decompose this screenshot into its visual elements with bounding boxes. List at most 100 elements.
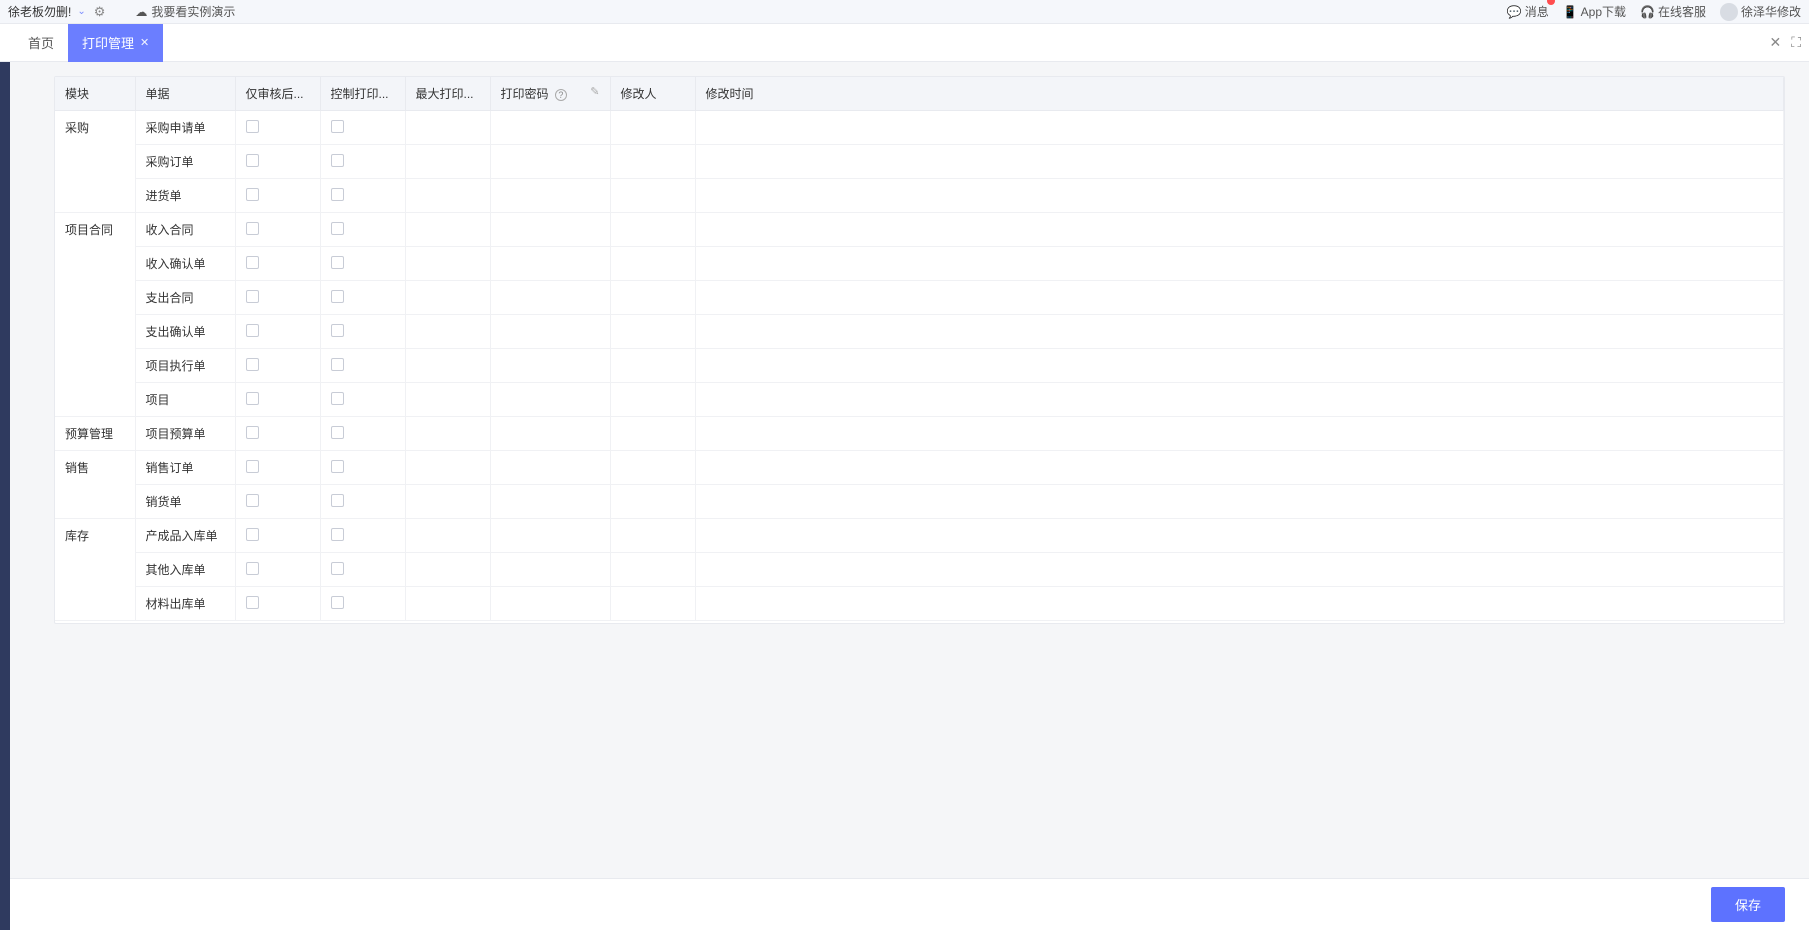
checkbox[interactable] (331, 154, 344, 167)
print-password-cell (490, 417, 610, 451)
checkbox[interactable] (246, 120, 259, 133)
table-row: 收入确认单 (55, 247, 1784, 281)
app-download-link[interactable]: 📱 App下载 (1563, 3, 1626, 20)
org-selector[interactable]: 徐老板勿删! ⌄ (8, 3, 86, 20)
checkbox[interactable] (331, 188, 344, 201)
max-print-cell (405, 145, 490, 179)
checkbox[interactable] (246, 460, 259, 473)
document-cell: 材料出库单 (135, 587, 235, 621)
checkbox[interactable] (331, 120, 344, 133)
audit-only-cell (235, 145, 320, 179)
gear-icon[interactable]: ⚙ (94, 4, 106, 20)
modified-time-cell (695, 519, 1784, 553)
checkbox[interactable] (331, 392, 344, 405)
document-cell: 收入合同 (135, 213, 235, 247)
audit-only-cell (235, 179, 320, 213)
user-menu[interactable]: 徐泽华修改 (1720, 3, 1801, 21)
control-print-cell (320, 145, 405, 179)
print-settings-table: 模块 单据 仅审核后... 控制打印... 最大打印... 打印密码 ? ✎ 修… (54, 76, 1785, 624)
checkbox[interactable] (246, 324, 259, 337)
fullscreen-icon[interactable]: ⛶ (1791, 34, 1801, 51)
modified-by-cell (610, 451, 695, 485)
checkbox[interactable] (246, 290, 259, 303)
control-print-cell (320, 349, 405, 383)
save-button[interactable]: 保存 (1711, 887, 1785, 922)
col-print-password: 打印密码 ? ✎ (490, 77, 610, 111)
checkbox[interactable] (331, 460, 344, 473)
message-icon: 💬 (1507, 5, 1522, 19)
modified-by-cell (610, 519, 695, 553)
checkbox[interactable] (331, 358, 344, 371)
modified-time-cell (695, 553, 1784, 587)
modified-by-cell (610, 417, 695, 451)
module-cell: 采购 (55, 111, 135, 213)
col-max-print: 最大打印... (405, 77, 490, 111)
checkbox[interactable] (246, 528, 259, 541)
checkbox[interactable] (331, 290, 344, 303)
close-all-icon[interactable]: ✕ (1769, 34, 1781, 51)
checkbox[interactable] (331, 562, 344, 575)
max-print-cell (405, 451, 490, 485)
checkbox[interactable] (331, 324, 344, 337)
checkbox[interactable] (331, 494, 344, 507)
checkbox[interactable] (331, 222, 344, 235)
checkbox[interactable] (246, 494, 259, 507)
print-password-cell (490, 145, 610, 179)
checkbox[interactable] (331, 596, 344, 609)
avatar-icon (1720, 3, 1738, 21)
checkbox[interactable] (246, 154, 259, 167)
module-cell: 销售 (55, 451, 135, 519)
table-row: 项目 (55, 383, 1784, 417)
modified-by-cell (610, 145, 695, 179)
content-area: 模块 单据 仅审核后... 控制打印... 最大打印... 打印密码 ? ✎ 修… (0, 62, 1809, 930)
checkbox[interactable] (246, 358, 259, 371)
control-print-cell (320, 179, 405, 213)
tab-home[interactable]: 首页 (14, 24, 68, 62)
checkbox[interactable] (246, 188, 259, 201)
document-cell: 支出确认单 (135, 315, 235, 349)
table-scroll[interactable]: 模块 单据 仅审核后... 控制打印... 最大打印... 打印密码 ? ✎ 修… (55, 77, 1784, 623)
document-cell: 项目预算单 (135, 417, 235, 451)
customer-service-label: 在线客服 (1658, 3, 1706, 20)
demo-link-label: 我要看实例演示 (151, 3, 235, 20)
control-print-cell (320, 553, 405, 587)
tab-row: 首页 打印管理 ✕ ✕ ⛶ (0, 24, 1809, 62)
modified-time-cell (695, 247, 1784, 281)
modified-time-cell (695, 213, 1784, 247)
messages-link[interactable]: 💬 消息 (1507, 3, 1549, 20)
table-row: 项目执行单 (55, 349, 1784, 383)
audit-only-cell (235, 485, 320, 519)
table-row: 支出确认单 (55, 315, 1784, 349)
edit-icon[interactable]: ✎ (590, 85, 599, 98)
modified-time-cell (695, 281, 1784, 315)
module-cell: 项目合同 (55, 213, 135, 417)
max-print-cell (405, 281, 490, 315)
checkbox[interactable] (246, 222, 259, 235)
demo-link[interactable]: ☁ 我要看实例演示 (135, 3, 235, 20)
checkbox[interactable] (331, 256, 344, 269)
modified-by-cell (610, 179, 695, 213)
customer-service-link[interactable]: 🎧 在线客服 (1640, 3, 1706, 20)
checkbox[interactable] (246, 426, 259, 439)
checkbox[interactable] (246, 256, 259, 269)
col-document: 单据 (135, 77, 235, 111)
control-print-cell (320, 111, 405, 145)
control-print-cell (320, 281, 405, 315)
audit-only-cell (235, 553, 320, 587)
checkbox[interactable] (331, 528, 344, 541)
tab-print-management[interactable]: 打印管理 ✕ (68, 24, 163, 62)
checkbox[interactable] (246, 392, 259, 405)
table-row: 其他入库单 (55, 553, 1784, 587)
close-icon[interactable]: ✕ (140, 36, 149, 49)
print-password-cell (490, 349, 610, 383)
help-icon[interactable]: ? (555, 89, 567, 101)
user-name: 徐泽华修改 (1741, 3, 1801, 20)
checkbox[interactable] (246, 596, 259, 609)
document-cell: 项目 (135, 383, 235, 417)
checkbox[interactable] (331, 426, 344, 439)
checkbox[interactable] (246, 562, 259, 575)
audit-only-cell (235, 111, 320, 145)
max-print-cell (405, 179, 490, 213)
notification-badge (1547, 0, 1555, 5)
col-module: 模块 (55, 77, 135, 111)
